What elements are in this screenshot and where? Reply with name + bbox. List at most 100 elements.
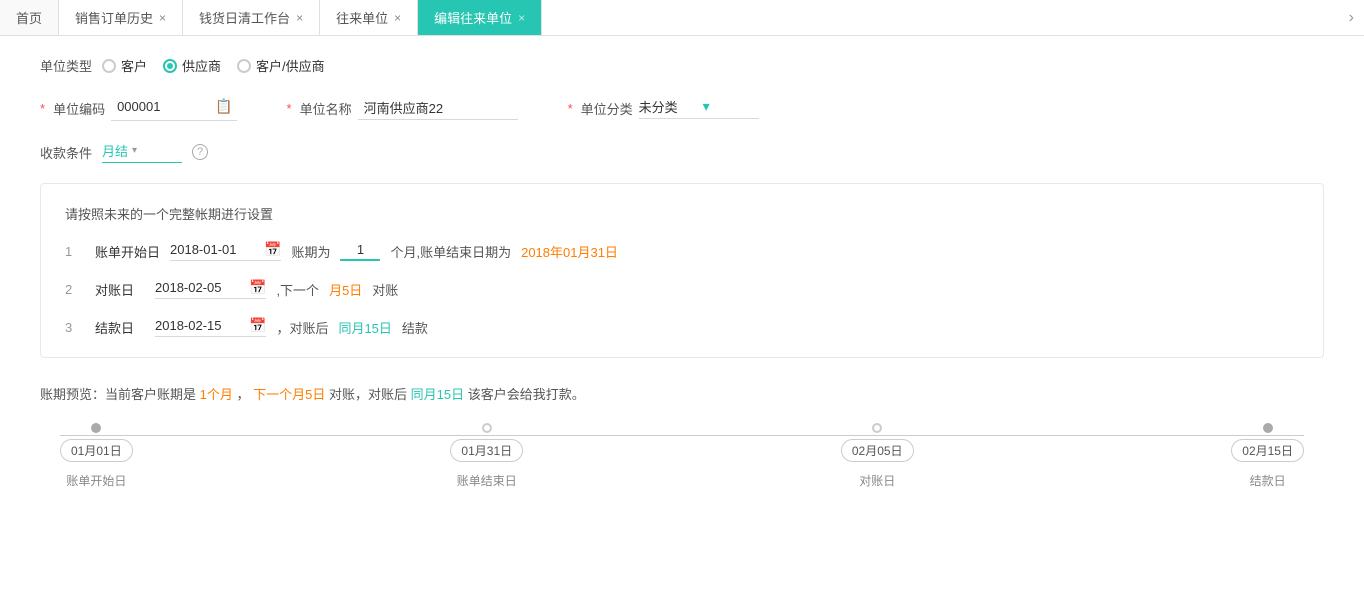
radio-supplier[interactable]: 供应商 — [163, 56, 221, 75]
timeline-badge-reconcile: 02月05日 — [841, 439, 914, 462]
calendar-icon-2[interactable]: 📅 — [249, 279, 266, 296]
radio-customer-label: 客户 — [121, 56, 147, 75]
tab-home-label: 首页 — [16, 8, 42, 27]
period-row-3: 3 结款日 📅 ，对账后 同月15日 结款 — [65, 317, 1299, 337]
period-highlight-date-1: 2018年01月31日 — [521, 242, 618, 261]
period-type-2: 对账日 — [95, 280, 145, 299]
tab-cash-work-close[interactable]: × — [296, 11, 303, 25]
timeline-label-reconcile: 对账日 — [859, 472, 895, 489]
unit-type-radio-group: 客户 供应商 客户/供应商 — [102, 56, 325, 75]
payment-terms-row: 收款条件 月结 ▾ ? — [40, 141, 1324, 163]
unit-code-required: * — [40, 101, 45, 116]
period-month-input[interactable] — [340, 242, 380, 257]
period-box: 请按照未来的一个完整帐期进行设置 1 账单开始日 📅 账期为 个月,账单结束日期… — [40, 183, 1324, 358]
unit-info-row: * 单位编码 📋 * 单位名称 * 单位分类 未分类 ▾ — [40, 95, 1324, 121]
radio-supplier-circle — [163, 59, 177, 73]
unit-category-dropdown[interactable]: 未分类 ▾ — [639, 97, 759, 119]
radio-both-circle — [237, 59, 251, 73]
timeline-label-start: 账单开始日 — [66, 472, 126, 489]
radio-supplier-label: 供应商 — [182, 56, 221, 75]
tab-partner-unit[interactable]: 往来单位 × — [320, 0, 418, 35]
preview-sep1: ， — [237, 387, 250, 402]
preview-part3: 同月15日 — [411, 387, 464, 402]
timeline-node-end-bill: 01月31日 账单结束日 — [450, 423, 523, 489]
period-date-2: 📅 — [155, 279, 266, 299]
timeline-dot-end-bill — [482, 423, 492, 433]
preview-part2: 下一个月5日 — [253, 387, 325, 402]
period-type-3: 结款日 — [95, 318, 145, 337]
period-desc-3b: 结款 — [402, 318, 428, 337]
period-highlight-day-2: 月5日 — [329, 280, 362, 299]
tab-edit-partner-unit-close[interactable]: × — [518, 11, 525, 25]
period-date-input-1[interactable] — [170, 242, 260, 257]
period-num-3: 3 — [65, 320, 85, 335]
tab-bar: 首页 销售订单历史 × 钱货日清工作台 × 往来单位 × 编辑往来单位 × › — [0, 0, 1364, 36]
calendar-icon-3[interactable]: 📅 — [249, 317, 266, 334]
unit-name-label: 单位名称 — [300, 99, 352, 118]
tab-edit-partner-unit[interactable]: 编辑往来单位 × — [418, 0, 542, 35]
calendar-icon-1[interactable]: 📅 — [264, 241, 281, 258]
period-num-2: 2 — [65, 282, 85, 297]
radio-customer[interactable]: 客户 — [102, 56, 147, 75]
unit-name-required: * — [287, 101, 292, 116]
timeline-badge-payment: 02月15日 — [1231, 439, 1304, 462]
timeline-label-end-bill: 账单结束日 — [457, 472, 517, 489]
unit-code-copy-icon[interactable]: 📋 — [211, 98, 236, 115]
tab-cash-work[interactable]: 钱货日清工作台 × — [183, 0, 320, 35]
tab-sales-order-history-label: 销售订单历史 — [75, 8, 153, 27]
timeline-dot-start — [91, 423, 101, 433]
timeline-node-payment: 02月15日 结款日 — [1231, 423, 1304, 489]
timeline-badge-start: 01月01日 — [60, 439, 133, 462]
period-highlight-day-3: 同月15日 — [338, 318, 391, 337]
radio-both[interactable]: 客户/供应商 — [237, 56, 325, 75]
timeline-dot-payment — [1263, 423, 1273, 433]
preview-sep2: 对账，对账后 — [329, 387, 407, 402]
payment-terms-dropdown[interactable]: 月结 ▾ — [102, 141, 182, 163]
tab-home[interactable]: 首页 — [0, 0, 59, 35]
tab-edit-partner-unit-label: 编辑往来单位 — [434, 8, 512, 27]
unit-category-dropdown-icon: ▾ — [703, 98, 710, 115]
preview-section: 账期预览：当前客户账期是 1个月 ， 下一个月5日 对账，对账后 同月15日 该… — [40, 374, 1324, 489]
period-date-input-2[interactable] — [155, 280, 245, 295]
tab-nav-more[interactable]: › — [1339, 0, 1364, 35]
tab-sales-order-history[interactable]: 销售订单历史 × — [59, 0, 183, 35]
unit-category-required: * — [568, 101, 573, 116]
unit-name-group: * 单位名称 — [287, 96, 518, 120]
unit-code-group: * 单位编码 📋 — [40, 95, 237, 121]
period-row-2: 2 对账日 📅 ,下一个 月5日 对账 — [65, 279, 1299, 299]
period-desc-suffix-1: 个月,账单结束日期为 — [390, 242, 511, 261]
unit-type-label: 单位类型 — [40, 56, 92, 75]
period-row-1: 1 账单开始日 📅 账期为 个月,账单结束日期为 2018年01月31日 — [65, 241, 1299, 261]
payment-terms-help-icon[interactable]: ? — [192, 144, 208, 160]
payment-terms-label: 收款条件 — [40, 143, 92, 162]
tab-sales-order-history-close[interactable]: × — [159, 11, 166, 25]
tab-partner-unit-close[interactable]: × — [394, 11, 401, 25]
period-desc-2b: 对账 — [372, 280, 398, 299]
period-desc-3a: ，对账后 — [276, 318, 328, 337]
tab-cash-work-label: 钱货日清工作台 — [199, 8, 290, 27]
unit-code-input[interactable] — [111, 95, 211, 118]
timeline-nodes: 01月01日 账单开始日 01月31日 账单结束日 02月05日 对账日 02月… — [60, 423, 1304, 489]
timeline-label-payment: 结款日 — [1250, 472, 1286, 489]
period-desc-prefix-1: 账期为 — [291, 242, 330, 261]
radio-customer-circle — [102, 59, 116, 73]
unit-code-input-wrapper: 📋 — [111, 95, 236, 121]
timeline-node-reconcile: 02月05日 对账日 — [841, 423, 914, 489]
period-desc-2a: ,下一个 — [276, 280, 319, 299]
period-title: 请按照未来的一个完整帐期进行设置 — [65, 204, 1299, 223]
timeline-dot-reconcile — [872, 423, 882, 433]
period-type-1: 账单开始日 — [95, 242, 160, 261]
period-date-3: 📅 — [155, 317, 266, 337]
unit-type-row: 单位类型 客户 供应商 客户/供应商 — [40, 56, 1324, 75]
period-month-wrapper — [340, 242, 380, 261]
preview-text: 账期预览：当前客户账期是 1个月 ， 下一个月5日 对账，对账后 同月15日 该… — [40, 384, 1324, 403]
period-date-1: 📅 — [170, 241, 281, 261]
preview-prefix: 账期预览：当前客户账期是 — [40, 387, 196, 402]
unit-name-input[interactable] — [358, 96, 518, 120]
timeline-node-start: 01月01日 账单开始日 — [60, 423, 133, 489]
unit-category-value: 未分类 — [639, 97, 699, 116]
main-content: 单位类型 客户 供应商 客户/供应商 * 单位编码 📋 — [0, 36, 1364, 608]
unit-code-label: 单位编码 — [53, 99, 105, 118]
radio-both-label: 客户/供应商 — [256, 56, 325, 75]
period-date-input-3[interactable] — [155, 318, 245, 333]
